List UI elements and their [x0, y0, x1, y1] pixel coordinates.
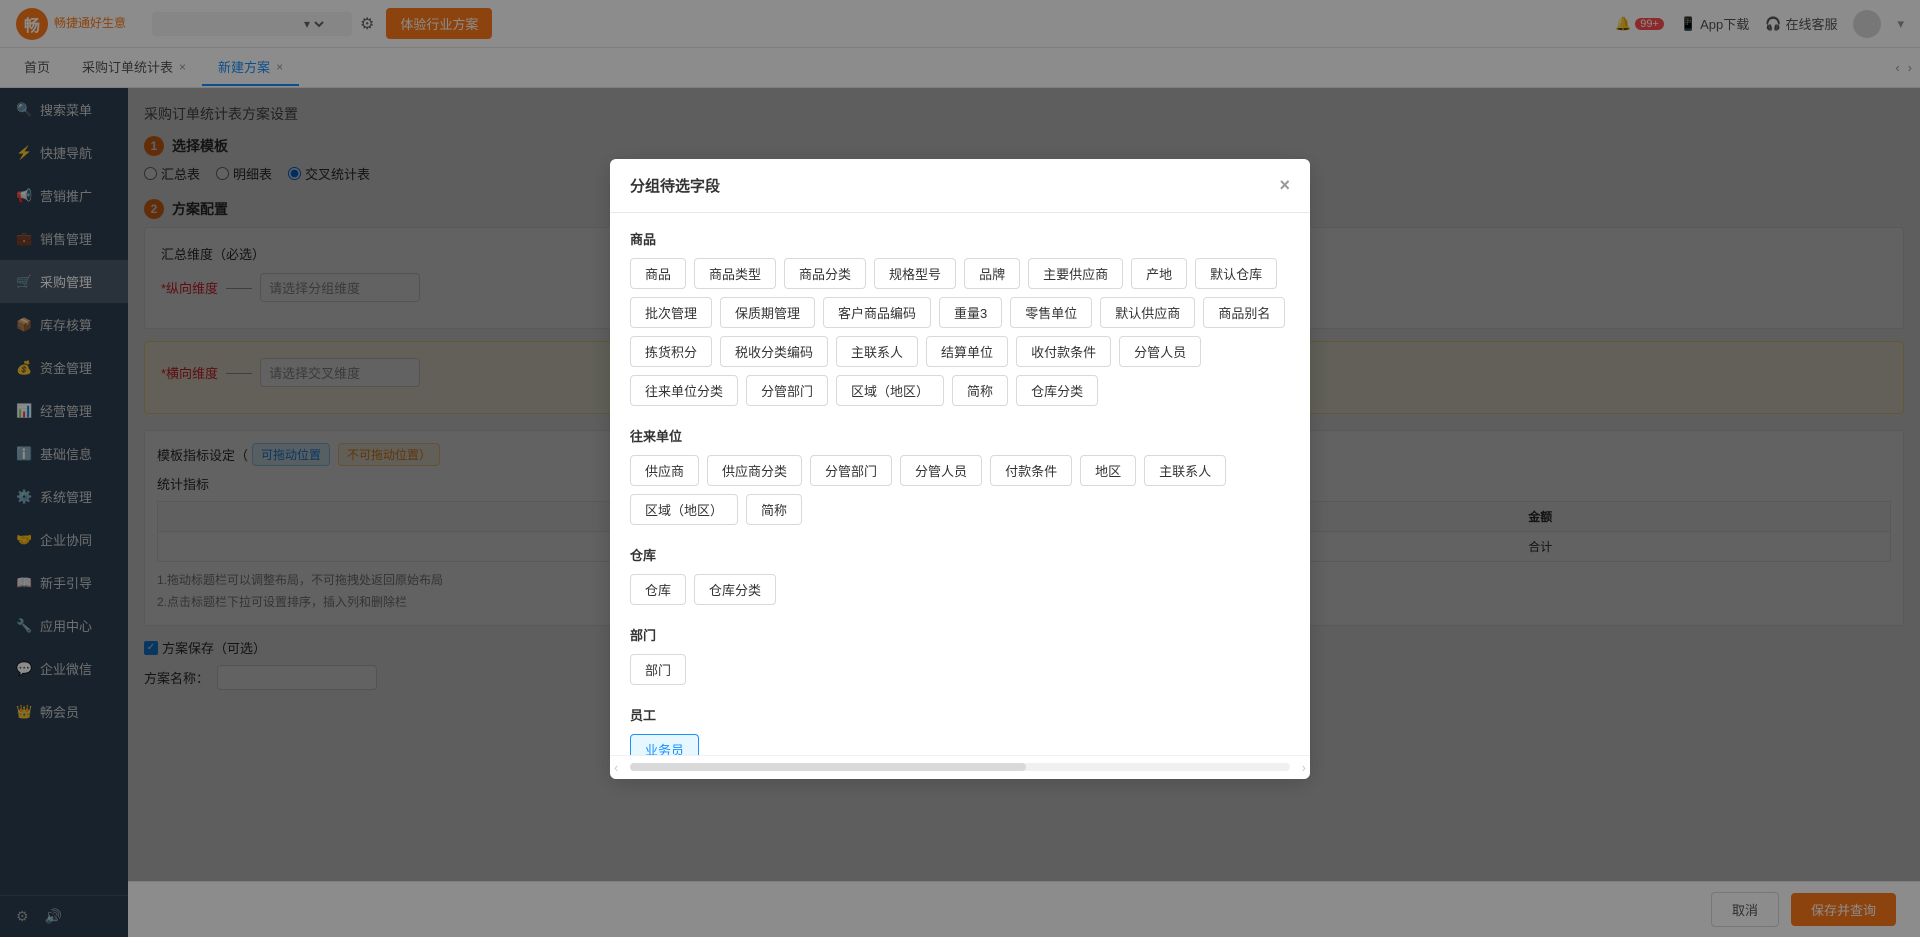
field-tag[interactable]: 简称 [952, 375, 1008, 406]
field-tag[interactable]: 保质期管理 [720, 297, 815, 328]
field-tag[interactable]: 重量3 [939, 297, 1002, 328]
field-tag[interactable]: 批次管理 [630, 297, 712, 328]
modal: 分组待选字段 × 商品 商品 商品类型 商品分类 规格型号 品牌 主要供应商 产… [610, 159, 1310, 779]
field-tag[interactable]: 仓库 [630, 574, 686, 605]
field-tag[interactable]: 税收分类编码 [720, 336, 828, 367]
field-tag[interactable]: 品牌 [964, 258, 1020, 289]
field-tag[interactable]: 零售单位 [1010, 297, 1092, 328]
scroll-left-btn[interactable]: ‹ [610, 760, 622, 775]
field-tag[interactable]: 主联系人 [836, 336, 918, 367]
field-tag[interactable]: 默认供应商 [1100, 297, 1195, 328]
field-tag[interactable]: 客户商品编码 [823, 297, 931, 328]
modal-body[interactable]: 商品 商品 商品类型 商品分类 规格型号 品牌 主要供应商 产地 默认仓库 批次… [610, 213, 1310, 755]
h-scroll-track [630, 763, 1289, 771]
section-partner-tags: 供应商 供应商分类 分管部门 分管人员 付款条件 地区 主联系人 区域（地区） … [630, 455, 1290, 525]
field-tag[interactable]: 商品类型 [694, 258, 776, 289]
field-tag[interactable]: 分管人员 [900, 455, 982, 486]
modal-header: 分组待选字段 × [610, 159, 1310, 213]
modal-close-button[interactable]: × [1279, 175, 1290, 196]
section-warehouse-title: 仓库 [630, 545, 1290, 564]
field-tag[interactable]: 默认仓库 [1195, 258, 1277, 289]
field-tag-employee[interactable]: 业务员 [630, 734, 699, 755]
field-tag[interactable]: 地区 [1080, 455, 1136, 486]
section-employee: 员工 业务员 [630, 705, 1290, 755]
field-tag[interactable]: 拣货积分 [630, 336, 712, 367]
field-tag[interactable]: 供应商 [630, 455, 699, 486]
section-goods-title: 商品 [630, 229, 1290, 248]
field-tag[interactable]: 商品 [630, 258, 686, 289]
section-goods-tags: 商品 商品类型 商品分类 规格型号 品牌 主要供应商 产地 默认仓库 批次管理 … [630, 258, 1290, 406]
field-tag[interactable]: 商品别名 [1203, 297, 1285, 328]
field-tag[interactable]: 区域（地区） [836, 375, 944, 406]
section-warehouse: 仓库 仓库 仓库分类 [630, 545, 1290, 605]
modal-footer-scroll: ‹ › [610, 755, 1310, 779]
field-tag[interactable]: 仓库分类 [1016, 375, 1098, 406]
modal-overlay: 分组待选字段 × 商品 商品 商品类型 商品分类 规格型号 品牌 主要供应商 产… [0, 0, 1920, 937]
section-warehouse-tags: 仓库 仓库分类 [630, 574, 1290, 605]
scroll-right-btn[interactable]: › [1298, 760, 1310, 775]
section-employee-tags: 业务员 [630, 734, 1290, 755]
field-tag[interactable]: 付款条件 [990, 455, 1072, 486]
section-department-tags: 部门 [630, 654, 1290, 685]
field-tag[interactable]: 收付款条件 [1016, 336, 1111, 367]
section-department-title: 部门 [630, 625, 1290, 644]
field-tag[interactable]: 商品分类 [784, 258, 866, 289]
h-scroll-thumb[interactable] [630, 763, 1026, 771]
field-tag[interactable]: 分管人员 [1119, 336, 1201, 367]
section-employee-title: 员工 [630, 705, 1290, 724]
field-tag[interactable]: 规格型号 [874, 258, 956, 289]
field-tag[interactable]: 供应商分类 [707, 455, 802, 486]
field-tag[interactable]: 简称 [746, 494, 802, 525]
field-tag[interactable]: 往来单位分类 [630, 375, 738, 406]
field-tag[interactable]: 部门 [630, 654, 686, 685]
field-tag[interactable]: 分管部门 [746, 375, 828, 406]
section-department: 部门 部门 [630, 625, 1290, 685]
section-partner-title: 往来单位 [630, 426, 1290, 445]
field-tag[interactable]: 分管部门 [810, 455, 892, 486]
field-tag[interactable]: 结算单位 [926, 336, 1008, 367]
field-tag[interactable]: 产地 [1131, 258, 1187, 289]
field-tag[interactable]: 主联系人 [1144, 455, 1226, 486]
modal-title: 分组待选字段 [630, 175, 720, 196]
field-tag[interactable]: 主要供应商 [1028, 258, 1123, 289]
section-goods: 商品 商品 商品类型 商品分类 规格型号 品牌 主要供应商 产地 默认仓库 批次… [630, 229, 1290, 406]
field-tag[interactable]: 仓库分类 [694, 574, 776, 605]
section-partner: 往来单位 供应商 供应商分类 分管部门 分管人员 付款条件 地区 主联系人 区域… [630, 426, 1290, 525]
field-tag[interactable]: 区域（地区） [630, 494, 738, 525]
